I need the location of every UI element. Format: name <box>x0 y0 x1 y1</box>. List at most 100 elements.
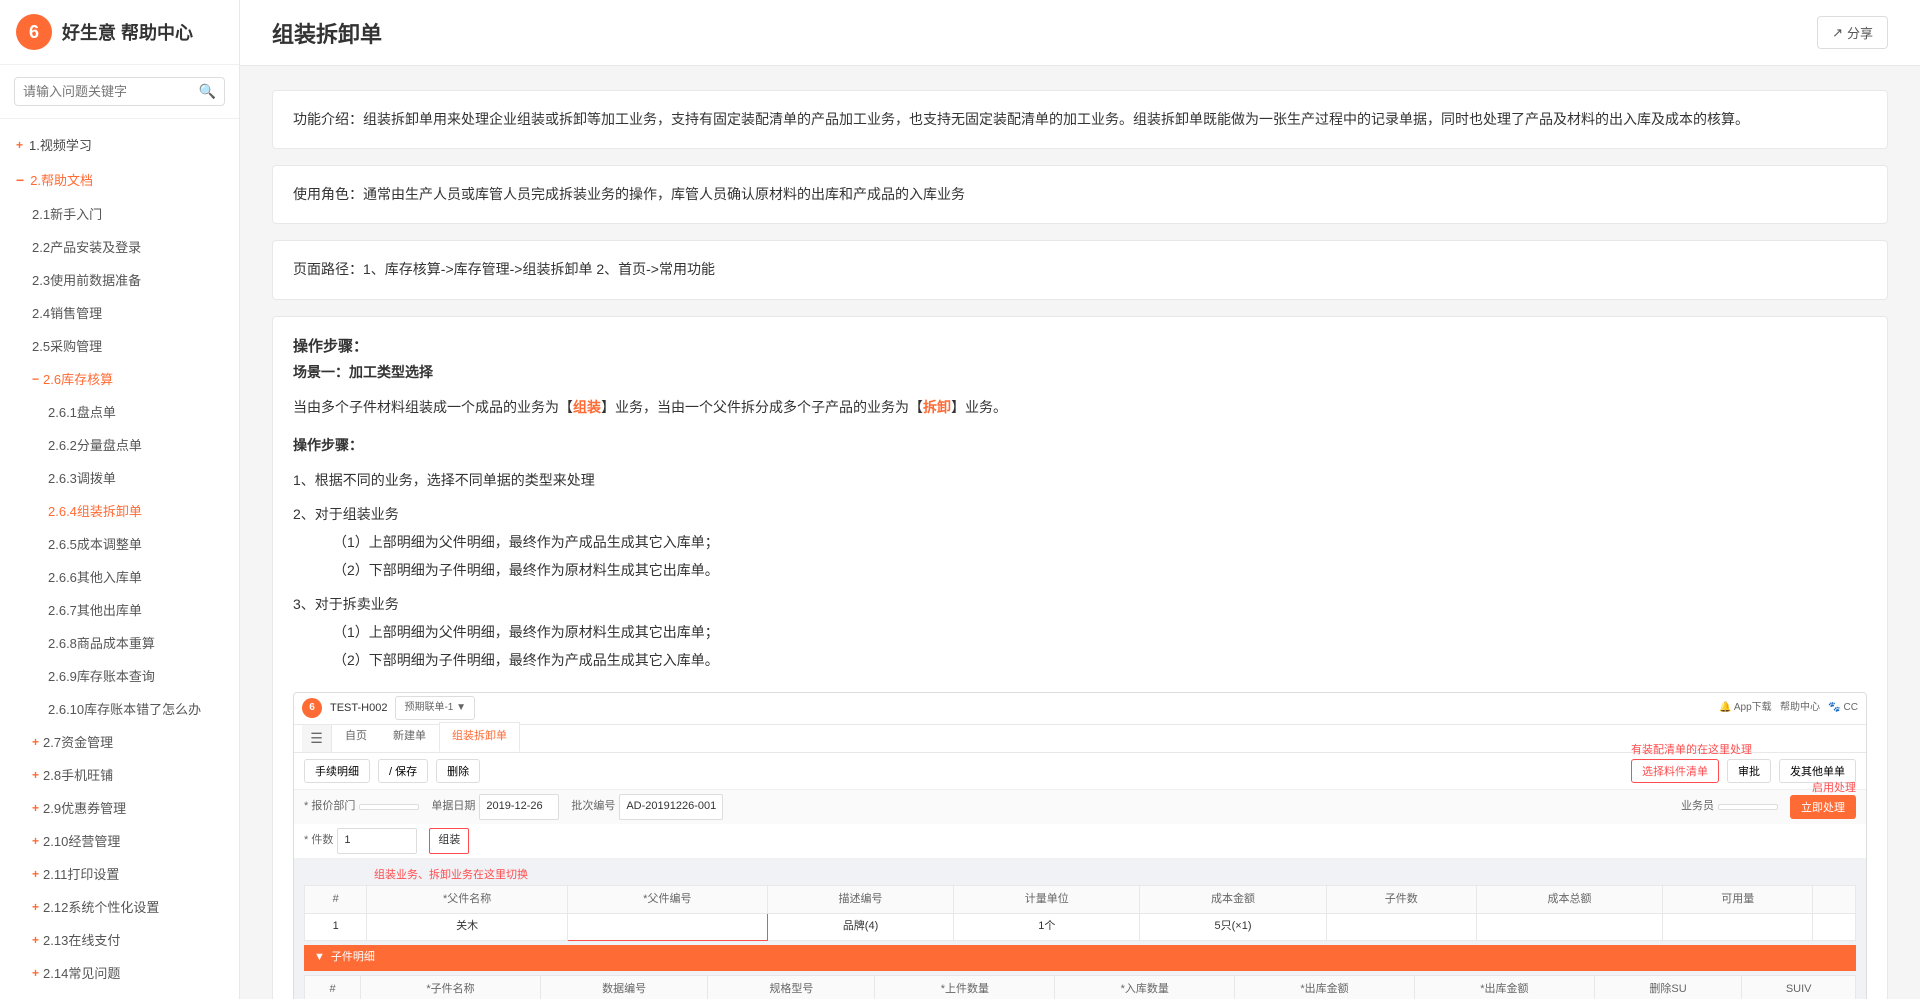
plus-icon-27: + <box>32 735 39 749</box>
mock-sidebar-toggle[interactable]: ☰ <box>302 725 332 752</box>
main-header: 组装拆卸单 ↗ 分享 <box>240 0 1920 66</box>
mock-input-salesman[interactable] <box>1718 804 1778 810</box>
annotation-text-3: 启用处理 <box>1812 779 1856 799</box>
mock-logo: 6 <box>302 698 322 718</box>
annotation-text-1: 有装配清单的在这里处理 <box>1631 741 1752 761</box>
role-label: 使用角色： <box>293 186 363 202</box>
share-icon: ↗ <box>1832 25 1843 41</box>
logo-icon: 6 <box>16 14 52 50</box>
mock-input-date[interactable]: 2019-12-26 <box>479 794 559 820</box>
sidebar-item-docs-269[interactable]: 2.6.9库存账本查询 <box>0 659 239 692</box>
sidebar-item-docs-261[interactable]: 2.6.1盘点单 <box>0 395 239 428</box>
search-input[interactable] <box>23 84 199 99</box>
logo-area: 6 好生意 帮助中心 <box>0 0 239 65</box>
nav-list: + 1.视频学习 − 2.帮助文档 2.1新手入门 2.2产品安装及登录 2.3… <box>0 119 239 999</box>
sidebar-item-docs-212[interactable]: + 2.12系统个性化设置 <box>0 890 239 923</box>
sidebar-item-docs-23[interactable]: 2.3使用前数据准备 <box>0 263 239 296</box>
role-text: 使用角色：通常由生产人员或库管人员完成拆装业务的操作，库管人员确认原材料的出库和… <box>293 182 1867 207</box>
path-label: 页面路径： <box>293 261 363 277</box>
scene1-block: 场景一：加工类型选择 当由多个子件材料组装成一个成品的业务为【组装】业务，当由一… <box>293 360 1867 421</box>
func-intro-body: 组装拆卸单用来处理企业组装或拆卸等加工业务，支持有固定装配清单的产品加工业务，也… <box>363 111 1749 127</box>
sidebar-item-docs-264[interactable]: 2.6.4组装拆卸单 <box>0 494 239 527</box>
mock-company: TEST-H002 <box>330 699 387 719</box>
minus-icon-26: − <box>32 372 39 386</box>
mock-btn-delete[interactable]: 删除 <box>436 759 480 783</box>
main-content: 组装拆卸单 ↗ 分享 功能介绍：组装拆卸单用来处理企业组装或拆卸等加工业务，支持… <box>240 0 1920 999</box>
sidebar-item-docs-214[interactable]: + 2.14常见问题 <box>0 956 239 989</box>
func-intro-text: 功能介绍：组装拆卸单用来处理企业组装或拆卸等加工业务，支持有固定装配清单的产品加… <box>293 107 1867 132</box>
func-intro-box: 功能介绍：组装拆卸单用来处理企业组装或拆卸等加工业务，支持有固定装配清单的产品加… <box>272 90 1888 149</box>
mock-field-count: * 件数 1 <box>304 828 417 854</box>
op-steps-title: 操作步骤： <box>293 333 1867 360</box>
mock-type-switch[interactable]: 组装 <box>429 828 469 854</box>
mock-tab-new[interactable]: 新建单 <box>380 722 439 752</box>
plus-icon-210: + <box>32 834 39 848</box>
sidebar-item-docs-24[interactable]: 2.4销售管理 <box>0 296 239 329</box>
sidebar-item-docs-28[interactable]: + 2.8手机旺铺 <box>0 758 239 791</box>
step3: 3、对于拆卖业务 <box>293 590 1867 618</box>
mock-app: 6 TEST-H002 预期联单-1 ▼ 🔔 App下载 帮助中心 🐾 CC ☰… <box>294 693 1866 999</box>
sidebar-item-docs-21[interactable]: 2.1新手入门 <box>0 197 239 230</box>
sidebar-item-docs-268[interactable]: 2.6.8商品成本重算 <box>0 626 239 659</box>
mock-lower-table: # *子件名称 数据编号 规格型号 *上件数量 *入库数量 *出库金额 *出库金… <box>304 975 1856 999</box>
mock-btn-select-bom[interactable]: 选择料件清单 <box>1631 759 1719 783</box>
mock-tab-home[interactable]: 自页 <box>332 722 380 752</box>
mock-dropdown: 预期联单-1 ▼ <box>395 696 475 720</box>
plus-icon-211: + <box>32 867 39 881</box>
mock-btn-approve[interactable]: 审批 <box>1727 759 1771 783</box>
op-steps-box: 操作步骤： 场景一：加工类型选择 当由多个子件材料组装成一个成品的业务为【组装】… <box>272 316 1888 999</box>
mock-field-salesman: 业务员 <box>1681 797 1778 817</box>
mock-toolbar: 手续明细 / 保存 删除 有装配清单的在这里处理 选择料件清单 审批 发其他单单 <box>294 753 1866 790</box>
plus-icon-29: + <box>32 801 39 815</box>
sidebar-item-docs-267[interactable]: 2.6.7其他出库单 <box>0 593 239 626</box>
sidebar-item-docs-22[interactable]: 2.2产品安装及登录 <box>0 230 239 263</box>
screenshot-container: 6 TEST-H002 预期联单-1 ▼ 🔔 App下载 帮助中心 🐾 CC ☰… <box>293 692 1867 999</box>
plus-icon: + <box>16 138 23 152</box>
sidebar-item-docs-263[interactable]: 2.6.3调拨单 <box>0 461 239 494</box>
approve-process-area: 启用处理 立即处理 <box>1790 795 1856 819</box>
sidebar-item-docs-27[interactable]: + 2.7资金管理 <box>0 725 239 758</box>
role-body: 通常由生产人员或库管人员完成拆装业务的操作，库管人员确认原材料的出库和产成品的入… <box>363 186 965 202</box>
mock-sub-fields: * 件数 1 组装 组装业务、拆卸业务在这里切换 <box>294 824 1866 859</box>
mock-btn-details[interactable]: 手续明细 <box>304 759 370 783</box>
sidebar-item-docs-262[interactable]: 2.6.2分量盘点单 <box>0 428 239 461</box>
sidebar-item-docs-25[interactable]: 2.5采购管理 <box>0 329 239 362</box>
step2-1: （1）上部明细为父件明细，最终作为产成品生成其它入库单； <box>293 528 1867 556</box>
sidebar-item-docs-266[interactable]: 2.6.6其他入库单 <box>0 560 239 593</box>
func-intro-label: 功能介绍： <box>293 111 363 127</box>
sidebar-item-docs-29[interactable]: + 2.9优惠券管理 <box>0 791 239 824</box>
sidebar-item-docs-213[interactable]: + 2.13在线支付 <box>0 923 239 956</box>
mock-tab-assembly[interactable]: 组装拆卸单 <box>439 722 520 752</box>
mock-field-row: * 报价部门 单据日期 2019-12-26 批次编号 AD-20191226-… <box>294 790 1866 824</box>
scene1-desc: 当由多个子件材料组装成一个成品的业务为【组装】业务，当由一个父件拆分成多个子产品… <box>293 393 1867 421</box>
mock-input-batch[interactable]: AD-20191226-001 <box>619 794 723 820</box>
mock-input-dept[interactable] <box>359 804 419 810</box>
mock-input-cell[interactable] <box>567 914 767 941</box>
search-area: 🔍 <box>0 65 239 119</box>
mock-section-header: ▼ 子件明细 <box>304 945 1856 971</box>
plus-icon-28: + <box>32 768 39 782</box>
sidebar-item-docs-210[interactable]: + 2.10经营管理 <box>0 824 239 857</box>
sidebar-item-docs-26[interactable]: − 2.6库存核算 <box>0 362 239 395</box>
sidebar-item-docs-211[interactable]: + 2.11打印设置 <box>0 857 239 890</box>
step2: 2、对于组装业务 <box>293 500 1867 528</box>
mock-input-count[interactable]: 1 <box>337 828 417 854</box>
annotation-1-area: 有装配清单的在这里处理 选择料件清单 <box>1631 759 1719 783</box>
sidebar-item-docs-265[interactable]: 2.6.5成本调整单 <box>0 527 239 560</box>
role-box: 使用角色：通常由生产人员或库管人员完成拆装业务的操作，库管人员确认原材料的出库和… <box>272 165 1888 224</box>
sidebar-item-video-label: 1.视频学习 <box>29 135 92 154</box>
plus-icon-213: + <box>32 933 39 947</box>
sidebar-item-docs-label: 2.帮助文档 <box>30 170 93 189</box>
sidebar-item-docs-2610[interactable]: 2.6.10库存账本错了怎么办 <box>0 692 239 725</box>
step2-2: （2）下部明细为子件明细，最终作为原材料生成其它出库单。 <box>293 556 1867 584</box>
sidebar-item-docs[interactable]: − 2.帮助文档 <box>0 162 239 197</box>
mock-lower-table-area: # *子件名称 数据编号 规格型号 *上件数量 *入库数量 *出库金额 *出库金… <box>294 975 1866 999</box>
sidebar-item-docs-215[interactable]: + 2.15操作案例 <box>0 989 239 999</box>
mock-field-type: 组装 <box>429 828 469 854</box>
mock-btn-save[interactable]: / 保存 <box>378 759 428 783</box>
share-button[interactable]: ↗ 分享 <box>1817 16 1888 49</box>
search-icon[interactable]: 🔍 <box>199 83 216 100</box>
mock-upper-table-area: # *父件名称 *父件编号 描述编号 计量单位 成本金额 子件数 成本总额 可用… <box>294 879 1866 942</box>
search-box: 🔍 <box>14 77 225 106</box>
sidebar-item-video[interactable]: + 1.视频学习 <box>0 127 239 162</box>
